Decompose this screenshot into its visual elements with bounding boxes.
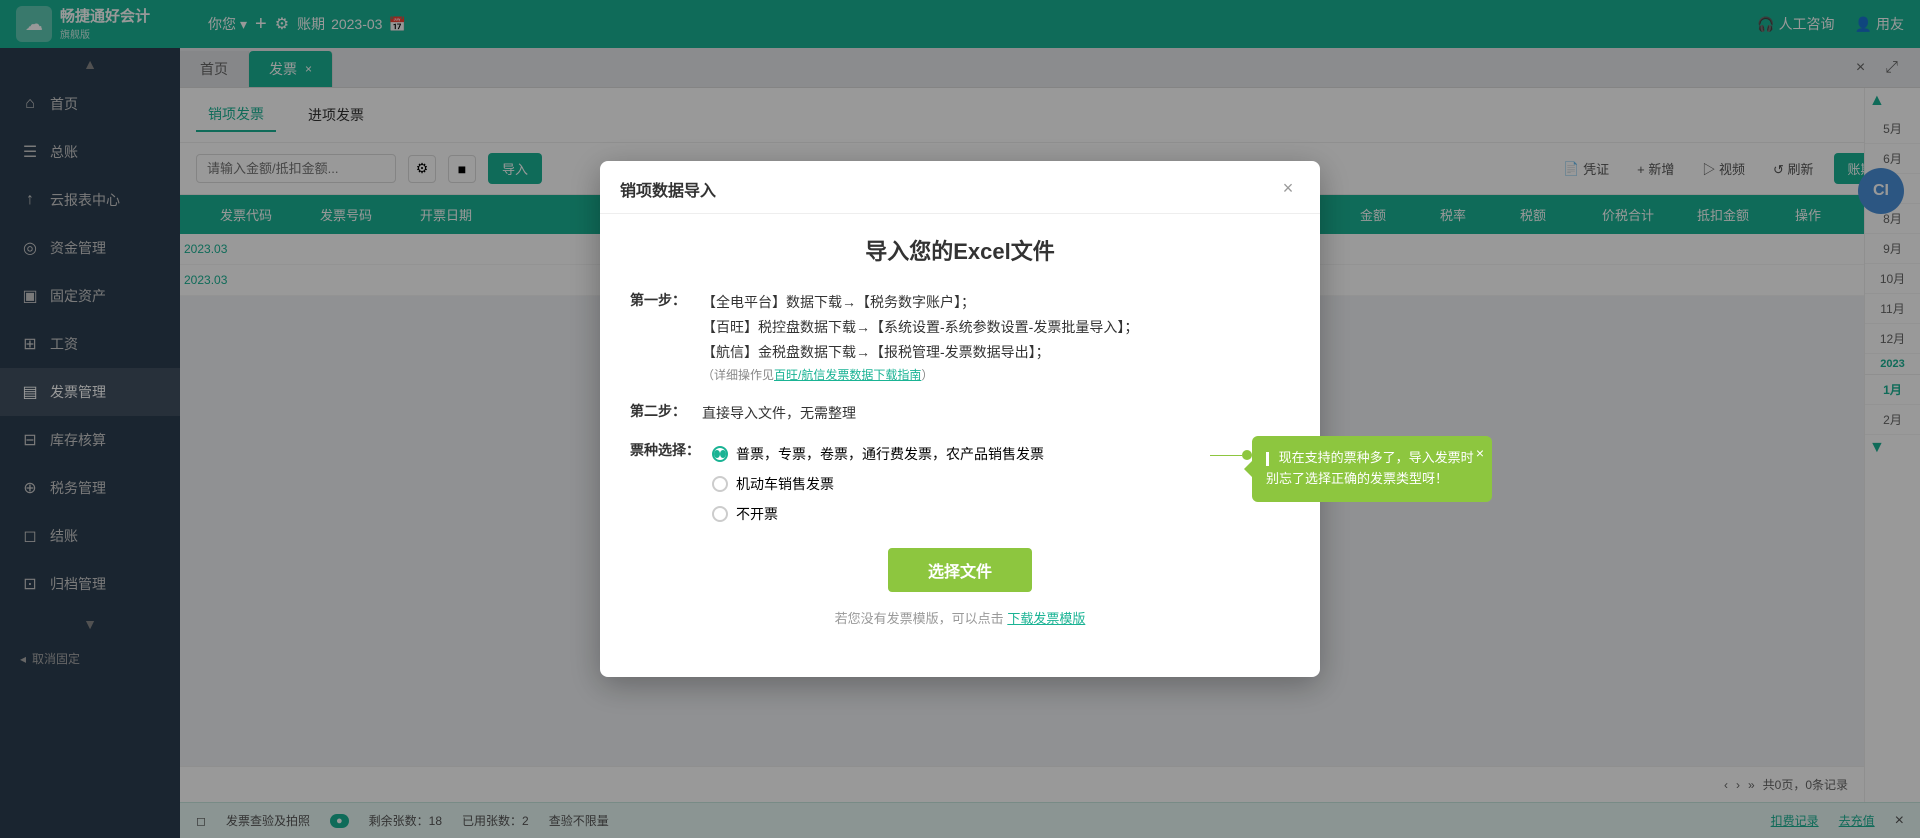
step1-row: 第一步： 【全电平台】数据下载→【税务数字账户】； 【百旺】税控盘数据下载→【系…	[630, 290, 1290, 387]
tooltip-dot	[1242, 450, 1252, 460]
modal-close-button[interactable]: ×	[1276, 177, 1300, 201]
step1-line1: 【全电平台】数据下载→【税务数字账户】；	[702, 290, 1138, 315]
radio-normal-circle	[712, 446, 728, 462]
ticket-label: 票种选择：	[630, 440, 700, 460]
modal-overlay: 销项数据导入 × 导入您的Excel文件 第一步： 【全电平台】数据下载→【税务…	[0, 0, 1920, 838]
import-modal: 销项数据导入 × 导入您的Excel文件 第一步： 【全电平台】数据下载→【税务…	[600, 161, 1320, 677]
tooltip-bar	[1266, 452, 1269, 466]
ticket-normal[interactable]: 普票，专票，卷票，通行费发票，农产品销售发票	[712, 444, 1044, 464]
step1-line2: 【百旺】税控盘数据下载→【系统设置-系统参数设置-发票批量导入】；	[702, 315, 1138, 340]
step1-note-end: ）	[921, 368, 933, 382]
footer-note-text: 若您没有发票模版，可以点击	[835, 611, 1004, 626]
modal-main-title: 导入您的Excel文件	[630, 234, 1290, 266]
tooltip-close-button[interactable]: ×	[1476, 442, 1484, 464]
step1-label: 第一步：	[630, 290, 690, 387]
select-file-button[interactable]: 选择文件	[888, 548, 1032, 592]
step2-content: 直接导入文件，无需整理	[702, 401, 856, 426]
ticket-normal-label: 普票，专票，卷票，通行费发票，农产品销售发票	[736, 444, 1044, 464]
ticket-no-ticket-label: 不开票	[736, 504, 778, 524]
step1-note: （详细操作见百旺/航信发票数据下载指南）	[702, 365, 1138, 387]
ticket-radio-group: 普票，专票，卷票，通行费发票，农产品销售发票 机动车销售发票 不开票	[712, 444, 1044, 524]
radio-motor-circle	[712, 476, 728, 492]
footer-download-link[interactable]: 下载发票模版	[1007, 611, 1085, 626]
tooltip-connector	[1210, 450, 1252, 460]
ticket-motor-label: 机动车销售发票	[736, 474, 834, 494]
tooltip-line	[1210, 455, 1242, 456]
modal-body: 导入您的Excel文件 第一步： 【全电平台】数据下载→【税务数字账户】； 【百…	[600, 214, 1320, 647]
step2-row: 第二步： 直接导入文件，无需整理	[630, 401, 1290, 426]
step1-note-text: （详细操作见	[702, 368, 774, 382]
step1-content: 【全电平台】数据下载→【税务数字账户】； 【百旺】税控盘数据下载→【系统设置-系…	[702, 290, 1138, 387]
modal-footer-note: 若您没有发票模版，可以点击 下载发票模版	[630, 608, 1290, 627]
ticket-type-row: 票种选择： 普票，专票，卷票，通行费发票，农产品销售发票 机动车销售发票	[630, 440, 1290, 524]
tooltip-container: 现在支持的票种多了，导入发票时别忘了选择正确的发票类型呀！ ×	[1210, 450, 1252, 460]
tooltip-bubble: 现在支持的票种多了，导入发票时别忘了选择正确的发票类型呀！ ×	[1252, 436, 1492, 502]
modal-header: 销项数据导入 ×	[600, 161, 1320, 214]
modal-title: 销项数据导入	[620, 177, 716, 201]
ticket-motor[interactable]: 机动车销售发票	[712, 474, 1044, 494]
step2-label: 第二步：	[630, 401, 690, 426]
step1-guide-link[interactable]: 百旺/航信发票数据下载指南	[774, 368, 921, 382]
tooltip-text: 现在支持的票种多了，导入发票时别忘了选择正确的发票类型呀！	[1266, 450, 1474, 486]
radio-no-ticket-circle	[712, 506, 728, 522]
step1-line3: 【航信】金税盘数据下载→【报税管理-发票数据导出】；	[702, 340, 1138, 365]
ticket-no-ticket[interactable]: 不开票	[712, 504, 1044, 524]
